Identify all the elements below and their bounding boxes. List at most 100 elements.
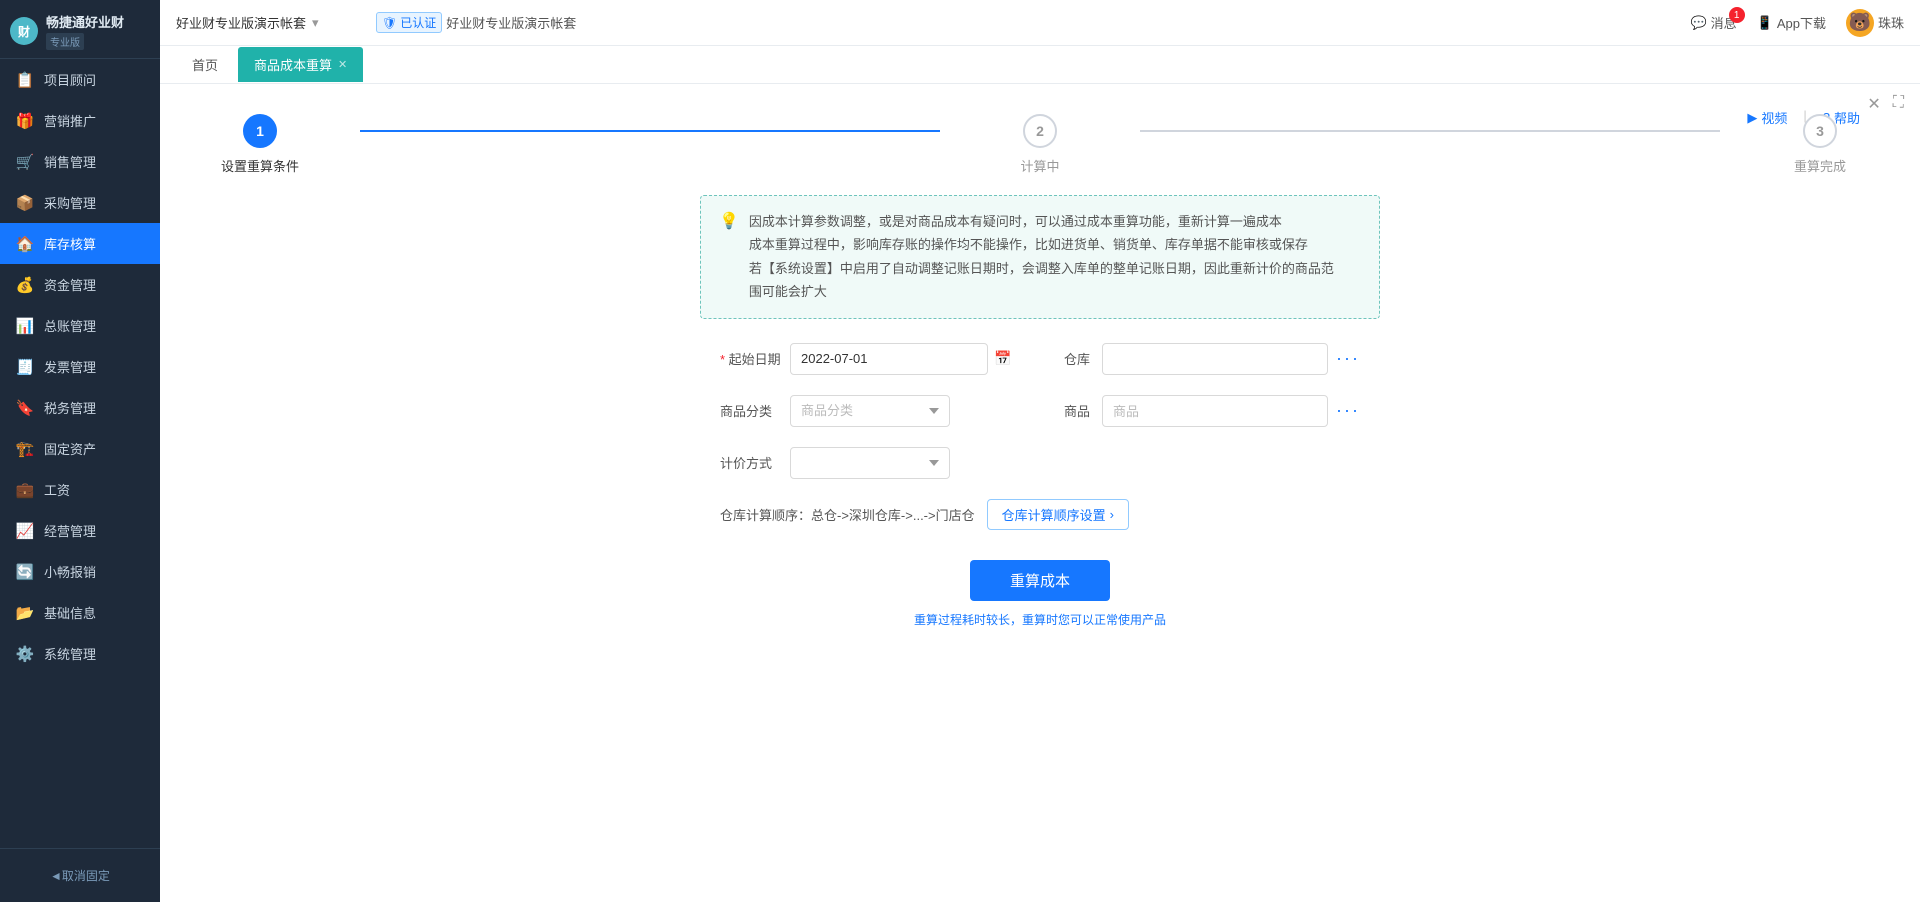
app-logo-text: 畅捷通好业财 专业版 bbox=[46, 12, 124, 50]
assets-icon: 🏗️ bbox=[16, 440, 34, 458]
chevron-right-icon: › bbox=[1110, 507, 1114, 522]
sidebar-item-inventory[interactable]: 🏠 库存核算 bbox=[0, 223, 160, 264]
recalc-hint: 重算过程耗时较长，重算时您可以正常使用产品 bbox=[720, 611, 1360, 628]
accounting-icon: 📊 bbox=[16, 317, 34, 335]
warehouse-order-row: 仓库计算顺序：总仓->深圳仓库->...->门店仓 仓库计算顺序设置 › bbox=[720, 499, 1360, 530]
pricing-field: 计价方式 bbox=[720, 447, 1360, 479]
step-2-label: 计算中 bbox=[1020, 156, 1059, 175]
sidebar-item-label: 小畅报销 bbox=[44, 562, 96, 581]
invoice-icon: 🧾 bbox=[16, 358, 34, 376]
category-field: 商品分类 商品分类 bbox=[720, 395, 1040, 427]
sidebar-nav: 📋 项目顾问 🎁 营销推广 🛒 销售管理 📦 采购管理 🏠 库存核算 💰 资金管… bbox=[0, 59, 160, 848]
close-window-button[interactable]: ✕ bbox=[1867, 94, 1880, 114]
sidebar-item-label: 系统管理 bbox=[44, 644, 96, 663]
notice-text: 因成本计算参数调整，或是对商品成本有疑问时，可以通过成本重算功能，重新计算一遍成… bbox=[749, 210, 1334, 304]
verified-badge: 🛡 已认证 好业财专业版演示帐套 bbox=[376, 12, 576, 33]
sidebar: 财 畅捷通好业财 专业版 📋 项目顾问 🎁 营销推广 🛒 销售管理 📦 采购管理… bbox=[0, 0, 160, 902]
goods-label: 商品 bbox=[1040, 401, 1090, 420]
sidebar-bottom: ◄取消固定 bbox=[0, 848, 160, 902]
pricing-label: 计价方式 bbox=[720, 453, 790, 472]
goods-more-icon[interactable]: ··· bbox=[1336, 400, 1360, 421]
sidebar-item-marketing[interactable]: 🎁 营销推广 bbox=[0, 100, 160, 141]
topbar: 好业财专业版演示帐套 ▾ 🛡 已认证 好业财专业版演示帐套 💬 消息 1 📱 A… bbox=[160, 0, 1920, 46]
sidebar-item-label: 工资 bbox=[44, 480, 70, 499]
sidebar-item-operations[interactable]: 📈 经营管理 bbox=[0, 510, 160, 551]
cancel-pin-button[interactable]: ◄取消固定 bbox=[0, 857, 160, 894]
window-controls: ✕ ⛶ bbox=[1867, 94, 1904, 114]
tab-home[interactable]: 首页 bbox=[176, 47, 234, 82]
sidebar-item-label: 基础信息 bbox=[44, 603, 96, 622]
sidebar-item-sales[interactable]: 🛒 销售管理 bbox=[0, 141, 160, 182]
sidebar-item-label: 项目顾问 bbox=[44, 70, 96, 89]
sidebar-item-label: 采购管理 bbox=[44, 193, 96, 212]
salary-icon: 💼 bbox=[16, 481, 34, 499]
sidebar-item-tax[interactable]: 🔖 税务管理 bbox=[0, 387, 160, 428]
inventory-icon: 🏠 bbox=[16, 235, 34, 253]
sidebar-item-label: 库存核算 bbox=[44, 234, 96, 253]
step-3-label: 重算完成 bbox=[1794, 156, 1846, 175]
tab-recalc[interactable]: 商品成本重算 ✕ bbox=[238, 47, 363, 82]
goods-input[interactable]: 商品 bbox=[1102, 395, 1328, 427]
basic-icon: 📂 bbox=[16, 604, 34, 622]
step-2: 2 计算中 bbox=[940, 114, 1140, 175]
tax-icon: 🔖 bbox=[16, 399, 34, 417]
expand-window-button[interactable]: ⛶ bbox=[1893, 94, 1904, 114]
app-logo-icon: 财 bbox=[10, 17, 38, 45]
recalculate-button[interactable]: 重算成本 bbox=[970, 560, 1110, 601]
step-1: 1 设置重算条件 bbox=[160, 114, 360, 175]
goods-field: 商品 商品 ··· bbox=[1040, 395, 1360, 427]
message-icon: 💬 bbox=[1690, 15, 1706, 31]
marketing-icon: 🎁 bbox=[16, 112, 34, 130]
sidebar-item-basic[interactable]: 📂 基础信息 bbox=[0, 592, 160, 633]
sidebar-item-invoice[interactable]: 🧾 发票管理 bbox=[0, 346, 160, 387]
sidebar-item-label: 经营管理 bbox=[44, 521, 96, 540]
finance-icon: 💰 bbox=[16, 276, 34, 294]
sales-icon: 🛒 bbox=[16, 153, 34, 171]
step-2-circle: 2 bbox=[1023, 114, 1057, 148]
app-download-button[interactable]: 📱 App下载 bbox=[1757, 13, 1826, 32]
sidebar-item-label: 发票管理 bbox=[44, 357, 96, 376]
notice-box: 💡 因成本计算参数调整，或是对商品成本有疑问时，可以通过成本重算功能，重新计算一… bbox=[700, 195, 1380, 319]
sidebar-item-purchase[interactable]: 📦 采购管理 bbox=[0, 182, 160, 223]
warehouse-label: 仓库 bbox=[1040, 349, 1090, 368]
calendar-icon[interactable]: 📅 bbox=[994, 350, 1011, 367]
user-avatar[interactable]: 🐻 珠珠 bbox=[1846, 9, 1904, 37]
start-date-label: 起始日期 bbox=[720, 349, 790, 368]
sidebar-item-finance[interactable]: 💰 资金管理 bbox=[0, 264, 160, 305]
step-line-2 bbox=[1140, 130, 1720, 132]
notice-icon: 💡 bbox=[719, 211, 739, 231]
video-link[interactable]: ▶ 视频 bbox=[1747, 108, 1787, 127]
sidebar-item-project[interactable]: 📋 项目顾问 bbox=[0, 59, 160, 100]
topbar-actions: 💬 消息 1 📱 App下载 🐻 珠珠 bbox=[1690, 9, 1904, 37]
message-button[interactable]: 💬 消息 1 bbox=[1690, 13, 1736, 32]
form-row-2: 商品分类 商品分类 商品 商品 ··· bbox=[720, 395, 1360, 427]
sidebar-item-label: 营销推广 bbox=[44, 111, 96, 130]
category-label: 商品分类 bbox=[720, 401, 790, 420]
warehouse-order-button[interactable]: 仓库计算顺序设置 › bbox=[987, 499, 1129, 530]
sidebar-item-label: 销售管理 bbox=[44, 152, 96, 171]
start-date-input[interactable] bbox=[790, 343, 988, 375]
form-row-1: 起始日期 📅 仓库 ··· bbox=[720, 343, 1360, 375]
warehouse-more-icon[interactable]: ··· bbox=[1336, 348, 1360, 369]
sidebar-item-accounting[interactable]: 📊 总账管理 bbox=[0, 305, 160, 346]
account-selector[interactable]: 好业财专业版演示帐套 ▾ bbox=[176, 13, 356, 32]
avatar-image: 🐻 bbox=[1846, 9, 1874, 37]
warehouse-order-label: 仓库计算顺序：总仓->深圳仓库->...->门店仓 bbox=[720, 505, 975, 524]
form-row-3: 计价方式 bbox=[720, 447, 1360, 479]
step-indicator: 1 设置重算条件 2 计算中 3 重算完成 ▶ 视频 | ? bbox=[160, 84, 1920, 195]
category-select[interactable]: 商品分类 bbox=[790, 395, 950, 427]
sidebar-item-label: 资金管理 bbox=[44, 275, 96, 294]
tab-close-icon[interactable]: ✕ bbox=[338, 58, 347, 71]
warehouse-input[interactable] bbox=[1102, 343, 1328, 375]
sidebar-item-assets[interactable]: 🏗️ 固定资产 bbox=[0, 428, 160, 469]
sidebar-item-system[interactable]: ⚙️ 系统管理 bbox=[0, 633, 160, 674]
sidebar-item-expense[interactable]: 🔄 小畅报销 bbox=[0, 551, 160, 592]
step-line-1 bbox=[360, 130, 940, 132]
step-1-label: 设置重算条件 bbox=[221, 156, 299, 175]
form-area: 起始日期 📅 仓库 ··· 商品分类 商品分类 bbox=[700, 343, 1380, 628]
step-1-circle: 1 bbox=[243, 114, 277, 148]
sidebar-item-salary[interactable]: 💼 工资 bbox=[0, 469, 160, 510]
content-area: ✕ ⛶ 1 设置重算条件 2 计算中 3 重算完成 ▶ 视频 bbox=[160, 84, 1920, 902]
start-date-field: 起始日期 📅 bbox=[720, 343, 1040, 375]
pricing-select[interactable] bbox=[790, 447, 950, 479]
